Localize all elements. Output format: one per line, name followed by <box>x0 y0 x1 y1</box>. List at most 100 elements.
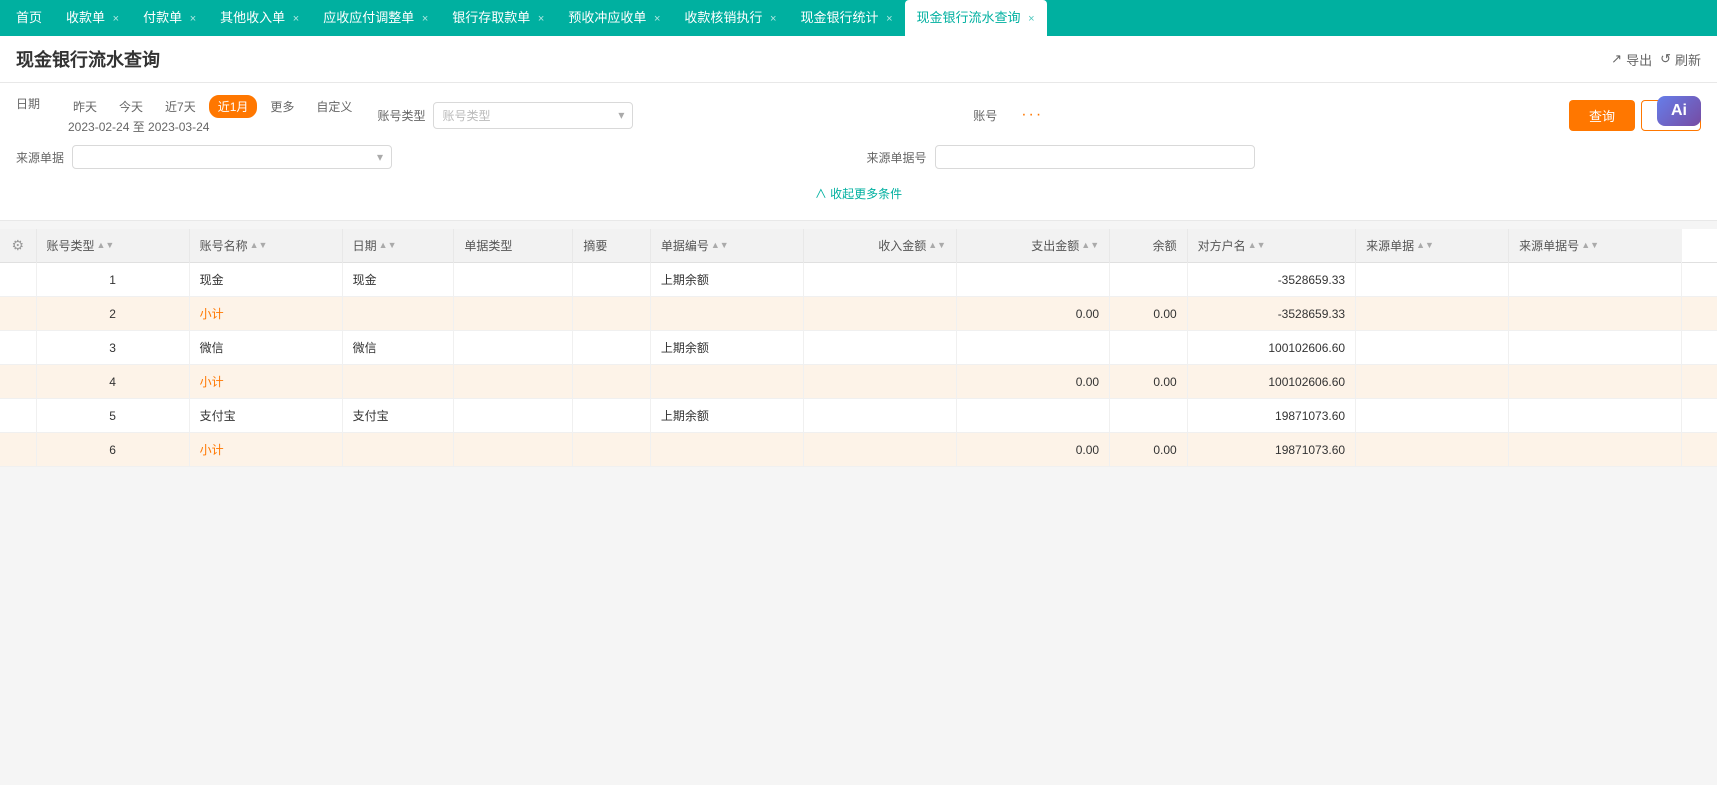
td-date <box>454 365 573 399</box>
td-balance: 19871073.60 <box>1187 399 1355 433</box>
nav-cash-flow-close[interactable]: × <box>1028 13 1034 25</box>
gear-icon[interactable]: ⚙ <box>11 237 24 253</box>
th-account-type[interactable]: 账号类型 ▲▼ <box>36 229 189 263</box>
nav-bank-deposit-close[interactable]: × <box>538 13 544 25</box>
td-account-type: 微信 <box>189 331 342 365</box>
export-button[interactable]: ↗ 导出 <box>1611 50 1652 69</box>
td-summary: 上期余额 <box>650 399 803 433</box>
nav-receipt-close[interactable]: × <box>113 13 119 25</box>
nav-receipt-exec-close[interactable]: × <box>770 13 776 25</box>
source-doc-no-input[interactable] <box>935 145 1255 169</box>
table-row: 1现金现金上期余额-3528659.33 <box>0 263 1717 297</box>
td-source-doc-no <box>1682 365 1717 399</box>
th-summary: 摘要 <box>573 229 651 263</box>
date-btn-custom[interactable]: 自定义 <box>307 95 361 118</box>
nav-cash-flow[interactable]: 现金银行流水查询 × <box>905 0 1047 36</box>
td-doc-type <box>573 365 651 399</box>
sort-icon-counterpart: ▲▼ <box>1248 241 1266 250</box>
source-doc-filter-group: 来源单据 ▾ <box>16 145 851 169</box>
account-type-value: 账号类型 <box>442 107 490 124</box>
td-account-name: 支付宝 <box>342 399 454 433</box>
page-title: 现金银行流水查询 <box>16 46 160 72</box>
query-button[interactable]: 查询 <box>1569 100 1635 131</box>
td-source-doc <box>1509 433 1682 467</box>
source-doc-no-label: 来源单据号 <box>867 149 927 166</box>
date-btn-7days[interactable]: 近7天 <box>156 95 205 118</box>
th-account-name[interactable]: 账号名称 ▲▼ <box>189 229 342 263</box>
account-type-filter-group: 账号类型 账号类型 ▾ <box>377 102 957 129</box>
source-doc-select[interactable]: ▾ <box>72 145 392 169</box>
nav-other-income-close[interactable]: × <box>293 13 299 25</box>
nav-cash-stats-close[interactable]: × <box>886 13 892 25</box>
nav-payment[interactable]: 付款单 × <box>131 0 208 36</box>
th-expenditure[interactable]: 支出金额 ▲▼ <box>957 229 1110 263</box>
th-doc-no[interactable]: 单据编号 ▲▼ <box>650 229 803 263</box>
nav-home[interactable]: 首页 <box>4 0 54 36</box>
nav-other-income[interactable]: 其他收入单 × <box>208 0 311 36</box>
table-row: 4小计0.000.00100102606.60 <box>0 365 1717 399</box>
nav-cash-stats[interactable]: 现金银行统计 × <box>788 0 904 36</box>
nav-prepay-offset[interactable]: 预收冲应收单 × <box>556 0 672 36</box>
th-income[interactable]: 收入金额 ▲▼ <box>803 229 956 263</box>
td-account-name: 现金 <box>342 263 454 297</box>
td-seq: 4 <box>36 365 189 399</box>
nav-receipt[interactable]: 收款单 × <box>54 0 131 36</box>
account-label: 账号 <box>973 107 1013 124</box>
nav-receipt-exec[interactable]: 收款核销执行 × <box>672 0 788 36</box>
td-source-doc-no <box>1682 297 1717 331</box>
td-expenditure <box>1110 263 1188 297</box>
top-navigation: 首页 收款单 × 付款单 × 其他收入单 × 应收应付调整单 × 银行存取款单 … <box>0 0 1717 36</box>
account-type-select[interactable]: 账号类型 ▾ <box>433 102 633 129</box>
td-account-name <box>342 433 454 467</box>
th-counterpart[interactable]: 对方户名 ▲▼ <box>1187 229 1355 263</box>
td-source-doc-no <box>1682 433 1717 467</box>
td-expenditure: 0.00 <box>1110 365 1188 399</box>
td-seq: 2 <box>36 297 189 331</box>
td-counterpart <box>1356 365 1509 399</box>
th-source-doc-no[interactable]: 来源单据号 ▲▼ <box>1509 229 1682 263</box>
td-date <box>454 263 573 297</box>
th-date[interactable]: 日期 ▲▼ <box>342 229 454 263</box>
td-account-name <box>342 365 454 399</box>
date-label: 日期 <box>16 95 56 112</box>
account-more-icon[interactable]: ··· <box>1021 106 1043 124</box>
date-btn-1month[interactable]: 近1月 <box>209 95 258 118</box>
nav-payment-close[interactable]: × <box>190 13 196 25</box>
date-btn-more[interactable]: 更多 <box>261 95 303 118</box>
account-type-chevron-icon: ▾ <box>618 108 624 122</box>
td-doc-no <box>803 263 956 297</box>
nav-ar-ap-adjust-close[interactable]: × <box>422 13 428 25</box>
th-doc-type: 单据类型 <box>454 229 573 263</box>
refresh-button[interactable]: ↺ 刷新 <box>1660 50 1701 69</box>
th-balance: 余额 <box>1110 229 1188 263</box>
date-filter-group: 日期 昨天 今天 近7天 近1月 更多 自定义 2023-02-24 至 202… <box>16 95 361 135</box>
td-doc-type <box>573 263 651 297</box>
ai-badge[interactable]: Ai <box>1657 96 1701 126</box>
td-gear <box>0 297 36 331</box>
td-income: 0.00 <box>957 365 1110 399</box>
nav-ar-ap-adjust[interactable]: 应收应付调整单 × <box>311 0 440 36</box>
td-counterpart <box>1356 297 1509 331</box>
td-seq: 6 <box>36 433 189 467</box>
cash-flow-table: ⚙ 账号类型 ▲▼ 账号名称 ▲▼ 日期 <box>0 229 1717 467</box>
date-options-wrapper: 昨天 今天 近7天 近1月 更多 自定义 2023-02-24 至 2023-0… <box>64 95 361 135</box>
date-btn-today[interactable]: 今天 <box>110 95 152 118</box>
td-balance: 100102606.60 <box>1187 365 1355 399</box>
td-income: 0.00 <box>957 297 1110 331</box>
td-date <box>454 331 573 365</box>
collapse-label: 收起更多条件 <box>830 187 902 201</box>
td-gear <box>0 331 36 365</box>
td-source-doc <box>1509 297 1682 331</box>
account-type-label: 账号类型 <box>377 107 425 124</box>
td-source-doc-no <box>1682 399 1717 433</box>
th-source-doc[interactable]: 来源单据 ▲▼ <box>1356 229 1509 263</box>
sort-icon-source-doc: ▲▼ <box>1416 241 1434 250</box>
nav-bank-deposit[interactable]: 银行存取款单 × <box>440 0 556 36</box>
collapse-bar[interactable]: ∧ 收起更多条件 <box>16 179 1701 208</box>
date-btn-yesterday[interactable]: 昨天 <box>64 95 106 118</box>
td-doc-type <box>573 399 651 433</box>
source-doc-label: 来源单据 <box>16 149 64 166</box>
nav-prepay-offset-close[interactable]: × <box>654 13 660 25</box>
page-header: 现金银行流水查询 ↗ 导出 ↺ 刷新 <box>0 36 1717 83</box>
account-filter-group: 账号 ··· <box>973 106 1553 124</box>
